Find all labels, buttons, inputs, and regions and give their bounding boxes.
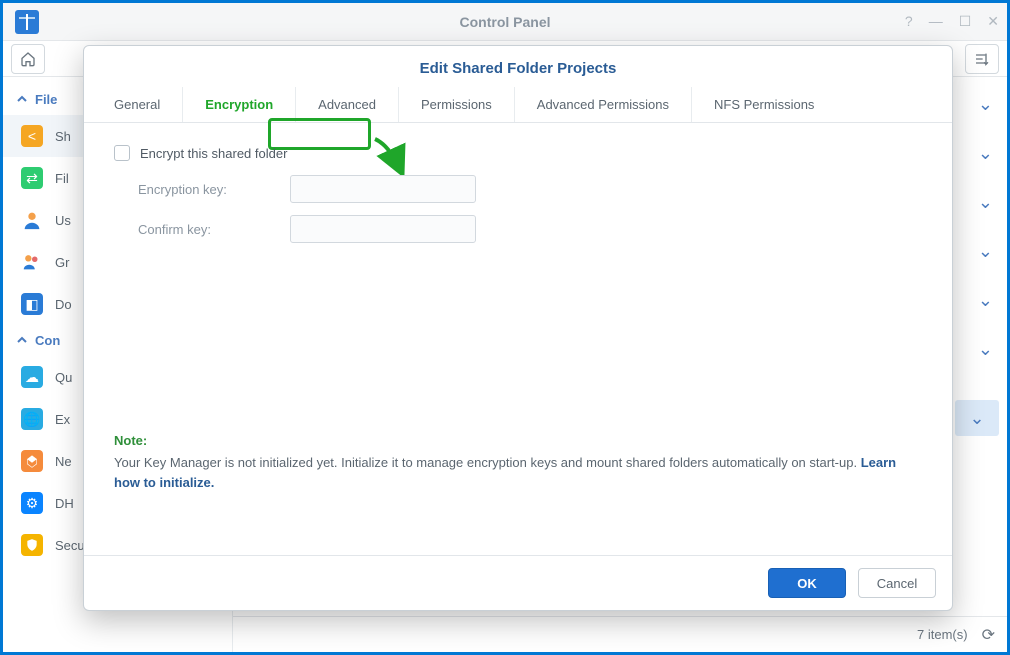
- close-icon[interactable]: ✕: [987, 13, 999, 30]
- dhcp-icon: ⚙: [21, 492, 43, 514]
- edit-shared-folder-modal: Edit Shared Folder Projects General Encr…: [83, 45, 953, 611]
- row-chevron-active[interactable]: ⌄: [955, 400, 999, 436]
- status-bar: 7 item(s) ⟳: [233, 616, 1007, 652]
- chevron-down-icon[interactable]: ⌄: [978, 290, 993, 311]
- encryption-key-label: Encryption key:: [138, 182, 274, 197]
- item-count: 7 item(s): [917, 627, 968, 642]
- encrypt-checkbox-label: Encrypt this shared folder: [140, 146, 287, 161]
- chevron-down-icon: ⌄: [969, 408, 984, 429]
- encrypt-checkbox-row[interactable]: Encrypt this shared folder: [114, 145, 922, 161]
- confirm-key-label: Confirm key:: [138, 222, 274, 237]
- chevron-down-icon[interactable]: ⌄: [978, 339, 993, 360]
- chevron-down-icon[interactable]: ⌄: [978, 192, 993, 213]
- tab-encryption[interactable]: Encryption: [183, 87, 296, 122]
- encryption-key-input[interactable]: [290, 175, 476, 203]
- group-icon: [21, 251, 43, 273]
- confirm-key-input[interactable]: [290, 215, 476, 243]
- chevron-down-icon[interactable]: ⌄: [978, 143, 993, 164]
- checkbox-unchecked-icon[interactable]: [114, 145, 130, 161]
- network-icon: [21, 450, 43, 472]
- ok-button[interactable]: OK: [768, 568, 846, 598]
- cloud-icon: ☁: [21, 366, 43, 388]
- tab-advanced-permissions[interactable]: Advanced Permissions: [515, 87, 692, 122]
- note-text: Your Key Manager is not initialized yet.…: [114, 455, 857, 470]
- tab-nfs-permissions[interactable]: NFS Permissions: [692, 87, 836, 122]
- modal-title: Edit Shared Folder Projects: [84, 46, 952, 87]
- note-heading: Note:: [114, 431, 922, 451]
- cancel-button[interactable]: Cancel: [858, 568, 936, 598]
- shield-icon: [21, 534, 43, 556]
- minimize-icon[interactable]: —: [929, 13, 943, 30]
- globe-icon: 🌐: [21, 408, 43, 430]
- modal-tabs: General Encryption Advanced Permissions …: [84, 87, 952, 123]
- row-chevrons: ⌄ ⌄ ⌄ ⌄ ⌄ ⌄: [978, 94, 993, 360]
- confirm-key-row: Confirm key:: [138, 215, 922, 243]
- note-block: Note: Your Key Manager is not initialize…: [114, 431, 922, 493]
- app-icon: [15, 10, 39, 34]
- window-controls: ? — ☐ ✕: [905, 13, 999, 30]
- home-button[interactable]: [11, 44, 45, 74]
- file-icon: ⇄: [21, 167, 43, 189]
- refresh-icon[interactable]: ⟳: [982, 625, 995, 645]
- window-title: Control Panel: [459, 14, 550, 30]
- tab-permissions[interactable]: Permissions: [399, 87, 515, 122]
- sort-button[interactable]: [965, 44, 999, 74]
- help-icon[interactable]: ?: [905, 13, 913, 30]
- modal-body: Encrypt this shared folder Encryption ke…: [84, 123, 952, 555]
- maximize-icon[interactable]: ☐: [959, 13, 972, 30]
- chevron-down-icon[interactable]: ⌄: [978, 241, 993, 262]
- encryption-key-row: Encryption key:: [138, 175, 922, 203]
- modal-footer: OK Cancel: [84, 555, 952, 610]
- user-icon: [21, 209, 43, 231]
- chevron-down-icon[interactable]: ⌄: [978, 94, 993, 115]
- domain-icon: ◧: [21, 293, 43, 315]
- window-titlebar: Control Panel ? — ☐ ✕: [3, 3, 1007, 41]
- tab-advanced[interactable]: Advanced: [296, 87, 399, 122]
- share-icon: <: [21, 125, 43, 147]
- tab-general[interactable]: General: [92, 87, 183, 122]
